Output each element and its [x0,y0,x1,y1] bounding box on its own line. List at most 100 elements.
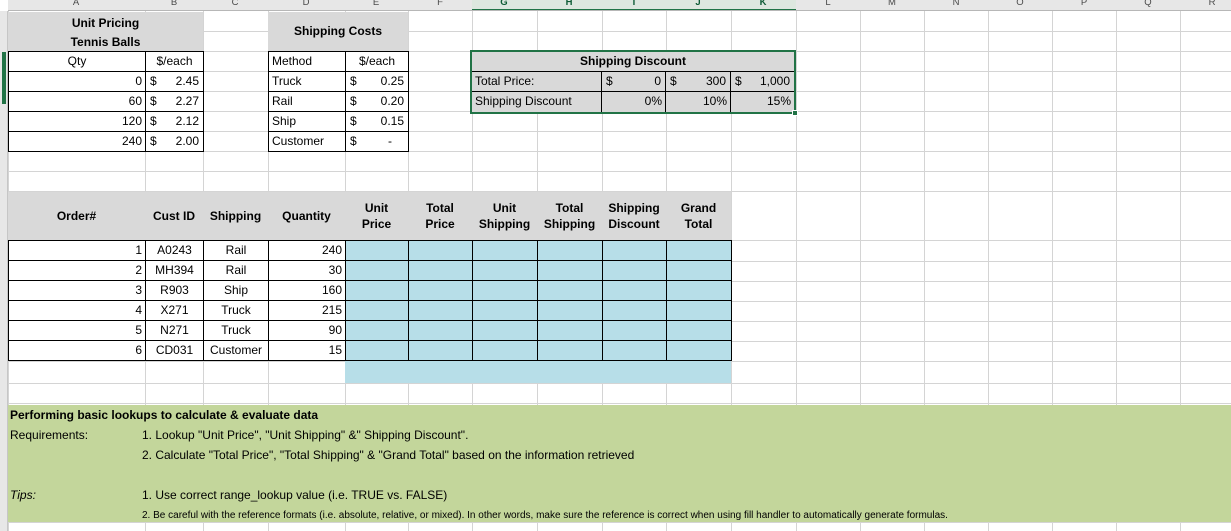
column-header-C[interactable]: C [215,0,255,10]
requirements-label[interactable]: Requirements: [10,425,88,445]
tip-1[interactable]: 1. Use correct range_lookup value (i.e. … [142,485,447,505]
tier-price[interactable]: $0 [602,72,666,92]
cell-order-number[interactable]: 6 [9,341,146,361]
empty-calc-cell[interactable] [346,281,409,301]
empty-calc-cell[interactable] [603,321,667,341]
cell-qty[interactable]: 60 [9,92,146,112]
empty-calc-cell[interactable] [603,281,667,301]
tier-price[interactable]: $1,000 [731,72,794,92]
cell-cust-id[interactable]: X271 [146,301,204,321]
column-header-K[interactable]: K [743,0,783,10]
cell-order-number[interactable]: 5 [9,321,146,341]
column-header-E[interactable]: E [356,0,396,10]
cell-price[interactable]: $2.12 [146,112,204,132]
column-header-A[interactable]: A [56,0,96,10]
column-header-H[interactable]: H [549,0,589,10]
column-header-B[interactable]: B [154,0,194,10]
shipping-discount-table[interactable]: Shipping Discount Total Price: $0 $300 $… [470,50,798,116]
empty-calc-cell[interactable] [538,261,603,281]
cell-order-number[interactable]: 2 [9,261,146,281]
empty-calc-cell[interactable] [346,241,409,261]
column-header-M[interactable]: M [872,0,912,10]
cell-quantity[interactable]: 215 [269,301,346,321]
cell-order-number[interactable]: 1 [9,241,146,261]
cell-shipping[interactable]: Ship [204,281,269,301]
cell-cust-id[interactable]: MH394 [146,261,204,281]
tips-label[interactable]: Tips: [10,485,36,505]
cell-quantity[interactable]: 240 [269,241,346,261]
cell-order-number[interactable]: 4 [9,301,146,321]
cell-qty[interactable]: 0 [9,72,146,92]
empty-calc-cell[interactable] [409,241,473,261]
orders-header-quantity[interactable]: Quantity [268,192,345,240]
column-header-N[interactable]: N [936,0,976,10]
empty-calc-cell[interactable] [538,281,603,301]
cell-quantity[interactable]: 15 [269,341,346,361]
column-header-strip[interactable]: A B C D E F G H I J K L M N O P Q R [8,0,1231,11]
column-header-P[interactable]: P [1064,0,1104,10]
cell-cost[interactable]: $0.15 [346,112,409,132]
column-header-O[interactable]: O [1000,0,1040,10]
column-header-R[interactable]: R [1192,0,1231,10]
column-header-F[interactable]: F [420,0,460,10]
empty-calc-cell[interactable] [409,301,473,321]
cell-cost[interactable]: $0.20 [346,92,409,112]
orders-header-order[interactable]: Order# [8,192,145,240]
empty-calc-cell[interactable] [603,241,667,261]
column-header-I[interactable]: I [614,0,654,10]
unit-pricing-header-qty[interactable]: Qty [9,52,146,72]
orders-header-unit-shipping[interactable]: Unit Shipping [472,192,537,240]
empty-calc-cell[interactable] [538,301,603,321]
cell-method[interactable]: Rail [269,92,346,112]
blue-fill-strip[interactable] [345,361,731,383]
shipping-costs-title[interactable]: Shipping Costs [268,12,408,52]
empty-calc-cell[interactable] [473,321,538,341]
empty-calc-cell[interactable] [473,341,538,361]
cell-price[interactable]: $2.00 [146,132,204,152]
cell-quantity[interactable]: 160 [269,281,346,301]
empty-calc-cell[interactable] [409,281,473,301]
empty-calc-cell[interactable] [473,241,538,261]
orders-header-shipping[interactable]: Shipping [203,192,268,240]
orders-header-unit-price[interactable]: Unit Price [345,192,408,240]
cell-method[interactable]: Truck [269,72,346,92]
orders-header-grand-total[interactable]: Grand Total [666,192,731,240]
cell-shipping[interactable]: Truck [204,321,269,341]
empty-calc-cell[interactable] [409,341,473,361]
cell-shipping[interactable]: Rail [204,261,269,281]
cell-cost[interactable]: $ - [346,132,409,152]
empty-calc-cell[interactable] [667,241,732,261]
empty-calc-cell[interactable] [667,261,732,281]
cell-price[interactable]: $2.27 [146,92,204,112]
empty-calc-cell[interactable] [346,341,409,361]
unit-pricing-header-price[interactable]: $/each [146,52,204,72]
orders-header-total-price[interactable]: Total Price [408,192,472,240]
tier-price[interactable]: $300 [666,72,731,92]
cell-quantity[interactable]: 90 [269,321,346,341]
column-header-D[interactable]: D [286,0,326,10]
tier-discount[interactable]: 10% [666,92,731,112]
cell-quantity[interactable]: 30 [269,261,346,281]
empty-calc-cell[interactable] [409,261,473,281]
cell-cust-id[interactable]: A0243 [146,241,204,261]
column-header-G[interactable]: G [484,0,524,10]
column-header-Q[interactable]: Q [1128,0,1168,10]
empty-calc-cell[interactable] [473,261,538,281]
requirement-2[interactable]: 2. Calculate "Total Price", "Total Shipp… [142,445,634,465]
empty-calc-cell[interactable] [473,281,538,301]
empty-calc-cell[interactable] [603,301,667,321]
shipping-discount-title[interactable]: Shipping Discount [472,52,794,72]
tier-discount[interactable]: 15% [731,92,794,112]
shipping-costs-header-price[interactable]: $/each [346,52,409,72]
unit-pricing-title[interactable]: Unit Pricing Tennis Balls [8,12,203,52]
cell-cust-id[interactable]: CD031 [146,341,204,361]
empty-calc-cell[interactable] [603,261,667,281]
cell-method[interactable]: Ship [269,112,346,132]
empty-calc-cell[interactable] [538,321,603,341]
empty-calc-cell[interactable] [346,321,409,341]
cell-shipping[interactable]: Truck [204,301,269,321]
shipping-costs-header-method[interactable]: Method [269,52,346,72]
empty-calc-cell[interactable] [538,241,603,261]
instructions-title[interactable]: Performing basic lookups to calculate & … [10,405,318,425]
empty-calc-cell[interactable] [409,321,473,341]
